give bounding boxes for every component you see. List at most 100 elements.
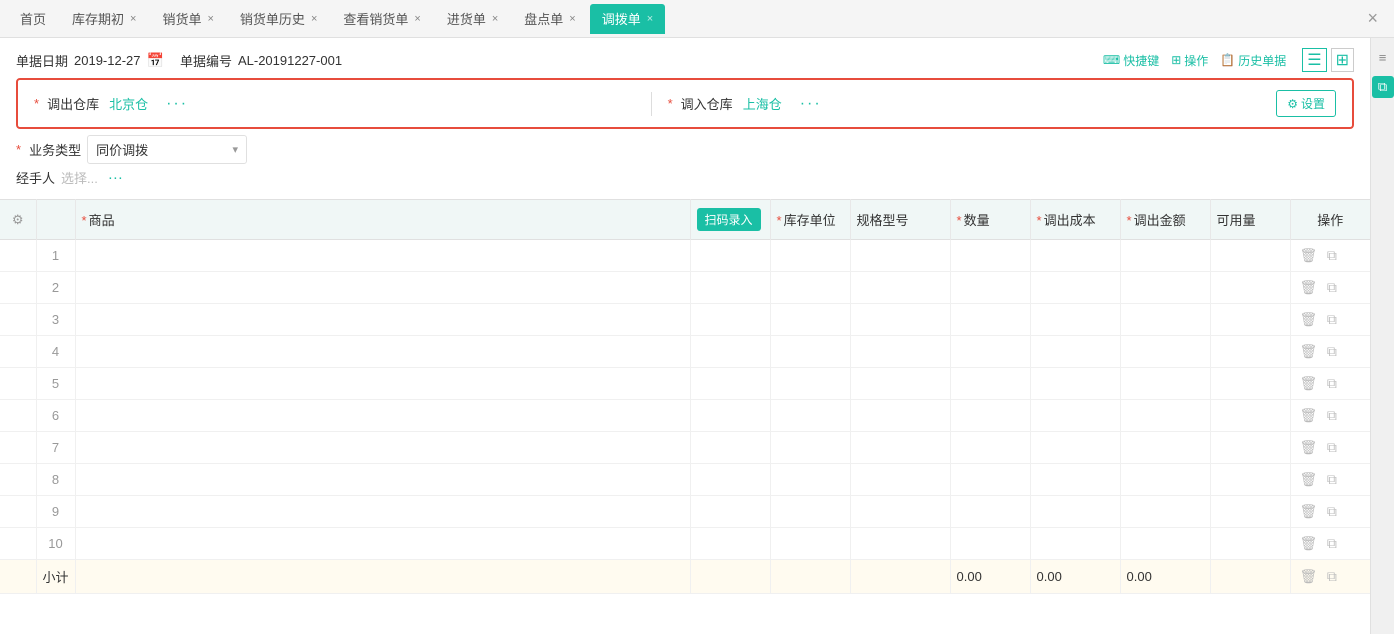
row-amount[interactable] [1120, 400, 1210, 432]
row-copy-icon[interactable]: ⧉ [1327, 279, 1337, 295]
row-qty[interactable] [950, 464, 1030, 496]
tab-close-purchase[interactable]: × [492, 13, 498, 25]
row-amount[interactable] [1120, 368, 1210, 400]
row-qty[interactable] [950, 240, 1030, 272]
row-delete-icon[interactable]: 🗑 [1300, 279, 1318, 295]
row-qty[interactable] [950, 304, 1030, 336]
row-qty[interactable] [950, 432, 1030, 464]
row-amount[interactable] [1120, 336, 1210, 368]
row-delete-icon[interactable]: 🗑 [1300, 407, 1318, 423]
row-delete-icon[interactable]: 🗑 [1300, 535, 1318, 551]
row-unit[interactable] [770, 336, 850, 368]
row-available[interactable] [1210, 272, 1290, 304]
row-available[interactable] [1210, 496, 1290, 528]
business-type-select[interactable]: 同价调拨 ▾ [87, 135, 247, 164]
row-cost[interactable] [1030, 240, 1120, 272]
tab-sales-history[interactable]: 销货单历史 × [228, 4, 329, 34]
row-delete-icon[interactable]: 🗑 [1300, 439, 1318, 455]
row-product[interactable] [75, 304, 690, 336]
tab-sales-order[interactable]: 销货单 × [150, 4, 225, 34]
history-btn[interactable]: 📋 历史单据 [1220, 52, 1286, 69]
row-spec[interactable] [850, 400, 950, 432]
row-amount[interactable] [1120, 272, 1210, 304]
tab-inventory-check[interactable]: 盘点单 × [512, 4, 587, 34]
row-amount[interactable] [1120, 464, 1210, 496]
row-copy-icon[interactable]: ⧉ [1327, 535, 1337, 551]
row-cost[interactable] [1030, 464, 1120, 496]
operation-btn[interactable]: ⊞ 操作 [1171, 52, 1208, 69]
row-amount[interactable] [1120, 432, 1210, 464]
row-cost[interactable] [1030, 528, 1120, 560]
row-product[interactable] [75, 368, 690, 400]
row-copy-icon[interactable]: ⧉ [1327, 439, 1337, 455]
row-delete-icon[interactable]: 🗑 [1300, 375, 1318, 391]
row-unit[interactable] [770, 272, 850, 304]
row-spec[interactable] [850, 272, 950, 304]
row-spec[interactable] [850, 432, 950, 464]
tab-close-inventory-init[interactable]: × [130, 13, 136, 25]
tab-close-sales-history[interactable]: × [311, 13, 317, 25]
row-unit[interactable] [770, 464, 850, 496]
row-cost[interactable] [1030, 336, 1120, 368]
tab-purchase[interactable]: 进货单 × [435, 4, 510, 34]
row-delete-icon[interactable]: 🗑 [1300, 471, 1318, 487]
row-cost[interactable] [1030, 272, 1120, 304]
shortcut-btn[interactable]: ⌨ 快捷键 [1103, 52, 1159, 69]
row-amount[interactable] [1120, 528, 1210, 560]
row-delete-icon[interactable]: 🗑 [1300, 311, 1318, 327]
row-cost[interactable] [1030, 496, 1120, 528]
layout-grid-btn[interactable]: ⊞ [1331, 48, 1354, 72]
row-spec[interactable] [850, 304, 950, 336]
col-settings-icon[interactable]: ⚙ [12, 212, 24, 227]
row-unit[interactable] [770, 528, 850, 560]
tab-close-transfer[interactable]: × [647, 13, 653, 25]
row-copy-icon[interactable]: ⧉ [1327, 311, 1337, 327]
tab-transfer[interactable]: 调拨单 × [590, 4, 665, 34]
row-qty[interactable] [950, 336, 1030, 368]
row-product[interactable] [75, 272, 690, 304]
row-unit[interactable] [770, 240, 850, 272]
row-product[interactable] [75, 336, 690, 368]
sidebar-list-icon[interactable]: ≡ [1372, 46, 1394, 68]
calendar-icon[interactable]: 📅 [147, 52, 164, 69]
row-copy-icon[interactable]: ⧉ [1327, 503, 1337, 519]
row-product[interactable] [75, 432, 690, 464]
row-product[interactable] [75, 240, 690, 272]
row-product[interactable] [75, 464, 690, 496]
row-unit[interactable] [770, 304, 850, 336]
row-unit[interactable] [770, 432, 850, 464]
row-spec[interactable] [850, 528, 950, 560]
subtotal-copy-icon[interactable]: ⧉ [1327, 568, 1337, 584]
tab-home[interactable]: 首页 [8, 4, 58, 34]
row-qty[interactable] [950, 400, 1030, 432]
row-available[interactable] [1210, 528, 1290, 560]
row-cost[interactable] [1030, 432, 1120, 464]
row-unit[interactable] [770, 400, 850, 432]
row-available[interactable] [1210, 240, 1290, 272]
row-amount[interactable] [1120, 304, 1210, 336]
row-qty[interactable] [950, 496, 1030, 528]
tab-close-inventory-check[interactable]: × [569, 13, 575, 25]
scan-input-btn[interactable]: 扫码录入 [697, 208, 761, 231]
row-available[interactable] [1210, 400, 1290, 432]
date-value[interactable]: 2019-12-27 [74, 53, 141, 68]
settings-button[interactable]: ⚙ 设置 [1276, 90, 1336, 117]
row-copy-icon[interactable]: ⧉ [1327, 247, 1337, 263]
person-select[interactable]: 选择... [61, 168, 98, 187]
warehouse-in-more[interactable]: ··· [800, 95, 822, 113]
tab-close-view-sales[interactable]: × [414, 13, 420, 25]
row-qty[interactable] [950, 528, 1030, 560]
row-cost[interactable] [1030, 304, 1120, 336]
row-copy-icon[interactable]: ⧉ [1327, 407, 1337, 423]
tab-view-sales[interactable]: 查看销货单 × [331, 4, 432, 34]
row-available[interactable] [1210, 368, 1290, 400]
row-copy-icon[interactable]: ⧉ [1327, 471, 1337, 487]
row-unit[interactable] [770, 368, 850, 400]
layout-list-btn[interactable]: ☰ [1302, 48, 1326, 72]
row-copy-icon[interactable]: ⧉ [1327, 375, 1337, 391]
row-spec[interactable] [850, 496, 950, 528]
tab-inventory-init[interactable]: 库存期初 × [60, 4, 148, 34]
row-available[interactable] [1210, 304, 1290, 336]
tab-close-sales-order[interactable]: × [207, 13, 213, 25]
warehouse-out-value[interactable]: 北京仓 [109, 94, 148, 113]
